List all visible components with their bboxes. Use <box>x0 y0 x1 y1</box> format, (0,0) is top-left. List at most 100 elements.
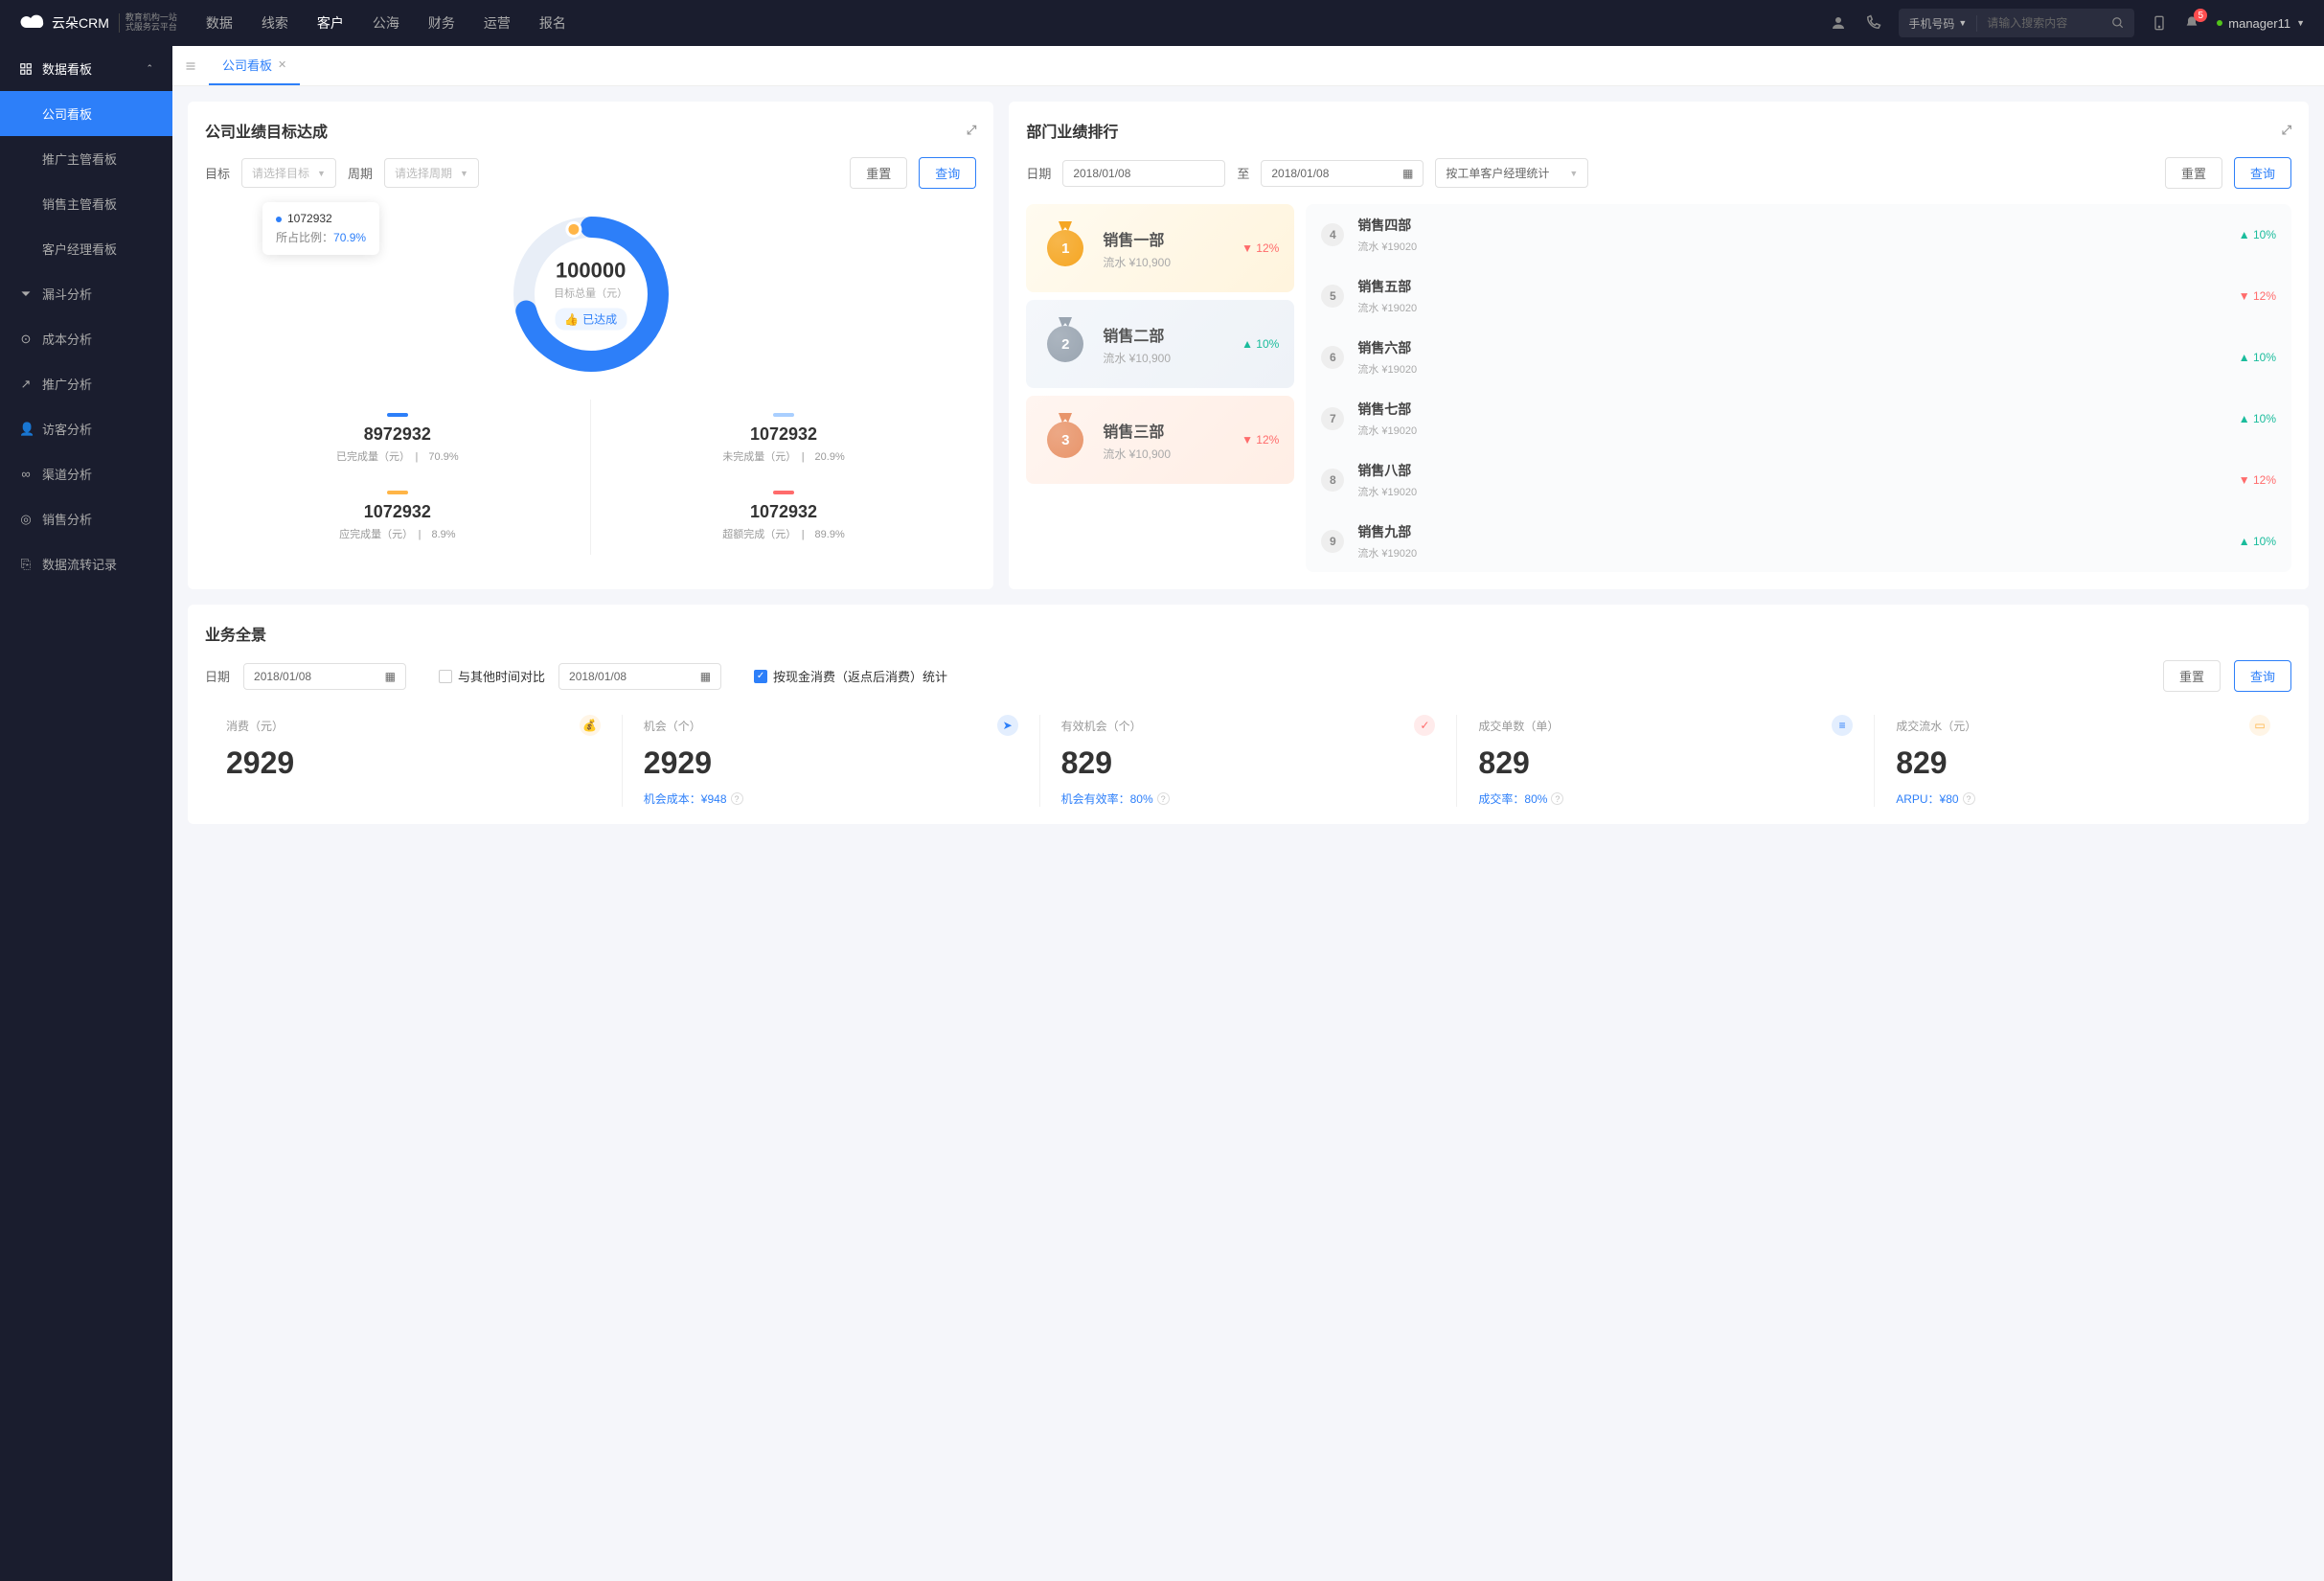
close-icon[interactable]: ✕ <box>278 58 286 71</box>
sidebar-item[interactable]: ◎销售分析 <box>0 496 172 541</box>
topnav-item[interactable]: 报名 <box>539 13 566 33</box>
topnav-item[interactable]: 公海 <box>373 13 399 33</box>
compare-checkbox[interactable]: 与其他时间对比 <box>439 667 545 685</box>
target-select[interactable]: 请选择目标▼ <box>241 158 336 188</box>
query-button[interactable]: 查询 <box>919 157 976 189</box>
expand-icon[interactable]: ⤢ <box>967 123 976 138</box>
overview-card: 业务全景 日期 2018/01/08▦ 与其他时间对比 2018/01/08▦ … <box>188 605 2309 824</box>
thumbs-up-icon: 👍 <box>564 312 579 326</box>
stat-cell: 1072932应完成量（元） | 8.9% <box>205 477 591 555</box>
chevron-up-icon: ⌃ <box>146 63 153 74</box>
calendar-icon: ▦ <box>385 670 396 683</box>
kpi-row: 消费（元）💰2929机会（个）➤2929机会成本：¥948 ?有效机会（个）✓8… <box>205 715 2291 807</box>
topnav-item[interactable]: 客户 <box>317 13 344 33</box>
topnav-item[interactable]: 线索 <box>262 13 288 33</box>
sidebar-item[interactable]: ∞渠道分析 <box>0 451 172 496</box>
rank-top-card: 3销售三部流水 ¥10,900▼ 12% <box>1026 396 1294 484</box>
query-button[interactable]: 查询 <box>2234 157 2291 189</box>
search-type-select[interactable]: 手机号码 ▼ <box>1899 15 1977 32</box>
rank-row: 8销售八部流水 ¥19020▼ 12% <box>1306 449 2291 511</box>
phone-icon[interactable] <box>1864 14 1881 32</box>
sidebar-group-dashboard[interactable]: 数据看板 ⌃ <box>0 46 172 91</box>
rank-row: 6销售六部流水 ¥19020▲ 10% <box>1306 327 2291 388</box>
search-group: 手机号码 ▼ <box>1899 9 2134 37</box>
main: 公司看板 ✕ 公司业绩目标达成 ⤢ 目标 请选择目标▼ 周期 请选择周期▼ 重置 <box>172 46 2324 1581</box>
sidebar: 数据看板 ⌃ 公司看板推广主管看板销售主管看板客户经理看板 ⏷漏斗分析⊙成本分析… <box>0 46 172 1581</box>
period-label: 周期 <box>348 164 373 182</box>
calendar-icon: ▦ <box>1402 167 1413 180</box>
stat-type-select[interactable]: 按工单客户经理统计▼ <box>1435 158 1588 188</box>
donut-status: 👍已达成 <box>555 309 627 331</box>
sidebar-item[interactable]: ⎘数据流转记录 <box>0 541 172 586</box>
rank-card: 部门业绩排行 ⤢ 日期 2018/01/08 至 2018/01/08▦ 按工单… <box>1009 102 2309 589</box>
rank-top-card: 2销售二部流水 ¥10,900▲ 10% <box>1026 300 1294 388</box>
rank-row: 5销售五部流水 ¥19020▼ 12% <box>1306 265 2291 327</box>
sidebar-item[interactable]: 👤访客分析 <box>0 406 172 451</box>
top-actions: 手机号码 ▼ 5 manager11 ▼ <box>1830 9 2305 37</box>
overview-date2[interactable]: 2018/01/08▦ <box>558 663 721 690</box>
reset-button[interactable]: 重置 <box>850 157 907 189</box>
search-button[interactable] <box>2102 16 2134 30</box>
notification-badge: 5 <box>2194 9 2207 22</box>
topnav-item[interactable]: 数据 <box>206 13 233 33</box>
reset-button[interactable]: 重置 <box>2165 157 2222 189</box>
date-to[interactable]: 2018/01/08▦ <box>1261 160 1424 187</box>
rank-row: 4销售四部流水 ¥19020▲ 10% <box>1306 204 2291 265</box>
calendar-icon: ▦ <box>700 670 711 683</box>
kpi-cell: 有效机会（个）✓829机会有效率：80% ? <box>1040 715 1458 807</box>
logo-icon <box>19 12 46 34</box>
target-card: 公司业绩目标达成 ⤢ 目标 请选择目标▼ 周期 请选择周期▼ 重置 查询 107… <box>188 102 993 589</box>
stats-grid: 8972932已完成量（元） | 70.9%1072932未完成量（元） | 2… <box>205 400 976 555</box>
topbar: 云朵CRM 教育机构一站式服务云平台 数据 线索 客户 公海 财务 运营 报名 手机号码 ▼… <box>0 0 2324 46</box>
sidebar-item[interactable]: ↗推广分析 <box>0 361 172 406</box>
stat-cell: 1072932超额完成（元） | 89.9% <box>591 477 977 555</box>
logo-text: 云朵CRM <box>52 13 109 33</box>
tab-company-board[interactable]: 公司看板 ✕ <box>209 46 300 85</box>
target-label: 目标 <box>205 164 230 182</box>
rank-row: 7销售七部流水 ¥19020▲ 10% <box>1306 388 2291 449</box>
date-from[interactable]: 2018/01/08 <box>1062 160 1225 187</box>
tabbar: 公司看板 ✕ <box>172 46 2324 86</box>
sidebar-sub-item[interactable]: 销售主管看板 <box>0 181 172 226</box>
sidebar-sub-item[interactable]: 公司看板 <box>0 91 172 136</box>
reset-button[interactable]: 重置 <box>2163 660 2221 692</box>
overview-date1[interactable]: 2018/01/08▦ <box>243 663 406 690</box>
logo[interactable]: 云朵CRM 教育机构一站式服务云平台 <box>19 12 177 34</box>
collapse-sidebar-icon[interactable] <box>184 60 197 72</box>
rank-top3: 1销售一部流水 ¥10,900▼ 12%2销售二部流水 ¥10,900▲ 10%… <box>1026 204 1294 572</box>
sidebar-sub-item[interactable]: 客户经理看板 <box>0 226 172 271</box>
tab-label: 公司看板 <box>222 56 272 74</box>
bell-icon[interactable]: 5 <box>2184 14 2199 32</box>
cash-checkbox[interactable]: ✓按现金消费（返点后消费）统计 <box>754 667 947 685</box>
chevron-down-icon: ▼ <box>2296 18 2305 28</box>
kpi-cell: 成交流水（元）▭829ARPU：¥80 ? <box>1875 715 2291 807</box>
kpi-cell: 消费（元）💰2929 <box>205 715 623 807</box>
expand-icon[interactable]: ⤢ <box>2282 123 2291 138</box>
sidebar-sub-item[interactable]: 推广主管看板 <box>0 136 172 181</box>
user-icon[interactable] <box>1830 14 1847 32</box>
rank-top-card: 1销售一部流水 ¥10,900▼ 12% <box>1026 204 1294 292</box>
sidebar-item[interactable]: ⏷漏斗分析 <box>0 271 172 316</box>
target-card-title: 公司业绩目标达成 <box>205 119 328 142</box>
mobile-icon[interactable] <box>2152 14 2167 32</box>
date-label: 日期 <box>1026 164 1051 182</box>
donut-chart: 1072932 所占比例：70.9% 100000 目标总量（元 <box>205 189 976 400</box>
stat-cell: 1072932未完成量（元） | 20.9% <box>591 400 977 477</box>
overview-title: 业务全景 <box>205 622 266 645</box>
top-nav: 数据 线索 客户 公海 财务 运营 报名 <box>206 13 1830 33</box>
rank-card-title: 部门业绩排行 <box>1026 119 1118 142</box>
query-button[interactable]: 查询 <box>2234 660 2291 692</box>
sidebar-item[interactable]: ⊙成本分析 <box>0 316 172 361</box>
period-select[interactable]: 请选择周期▼ <box>384 158 479 188</box>
logo-subtitle: 教育机构一站式服务云平台 <box>119 13 177 33</box>
topnav-item[interactable]: 运营 <box>484 13 511 33</box>
topnav-item[interactable]: 财务 <box>428 13 455 33</box>
username: manager11 <box>2228 16 2290 31</box>
user-menu[interactable]: manager11 ▼ <box>2217 16 2305 31</box>
rank-rest: 4销售四部流水 ¥19020▲ 10%5销售五部流水 ¥19020▼ 12%6销… <box>1306 204 2291 572</box>
status-dot <box>2217 20 2222 26</box>
kpi-cell: 成交单数（单）≡829成交率：80% ? <box>1457 715 1875 807</box>
search-input[interactable] <box>1977 9 2102 37</box>
kpi-cell: 机会（个）➤2929机会成本：¥948 ? <box>623 715 1040 807</box>
rank-row: 9销售九部流水 ¥19020▲ 10% <box>1306 511 2291 572</box>
